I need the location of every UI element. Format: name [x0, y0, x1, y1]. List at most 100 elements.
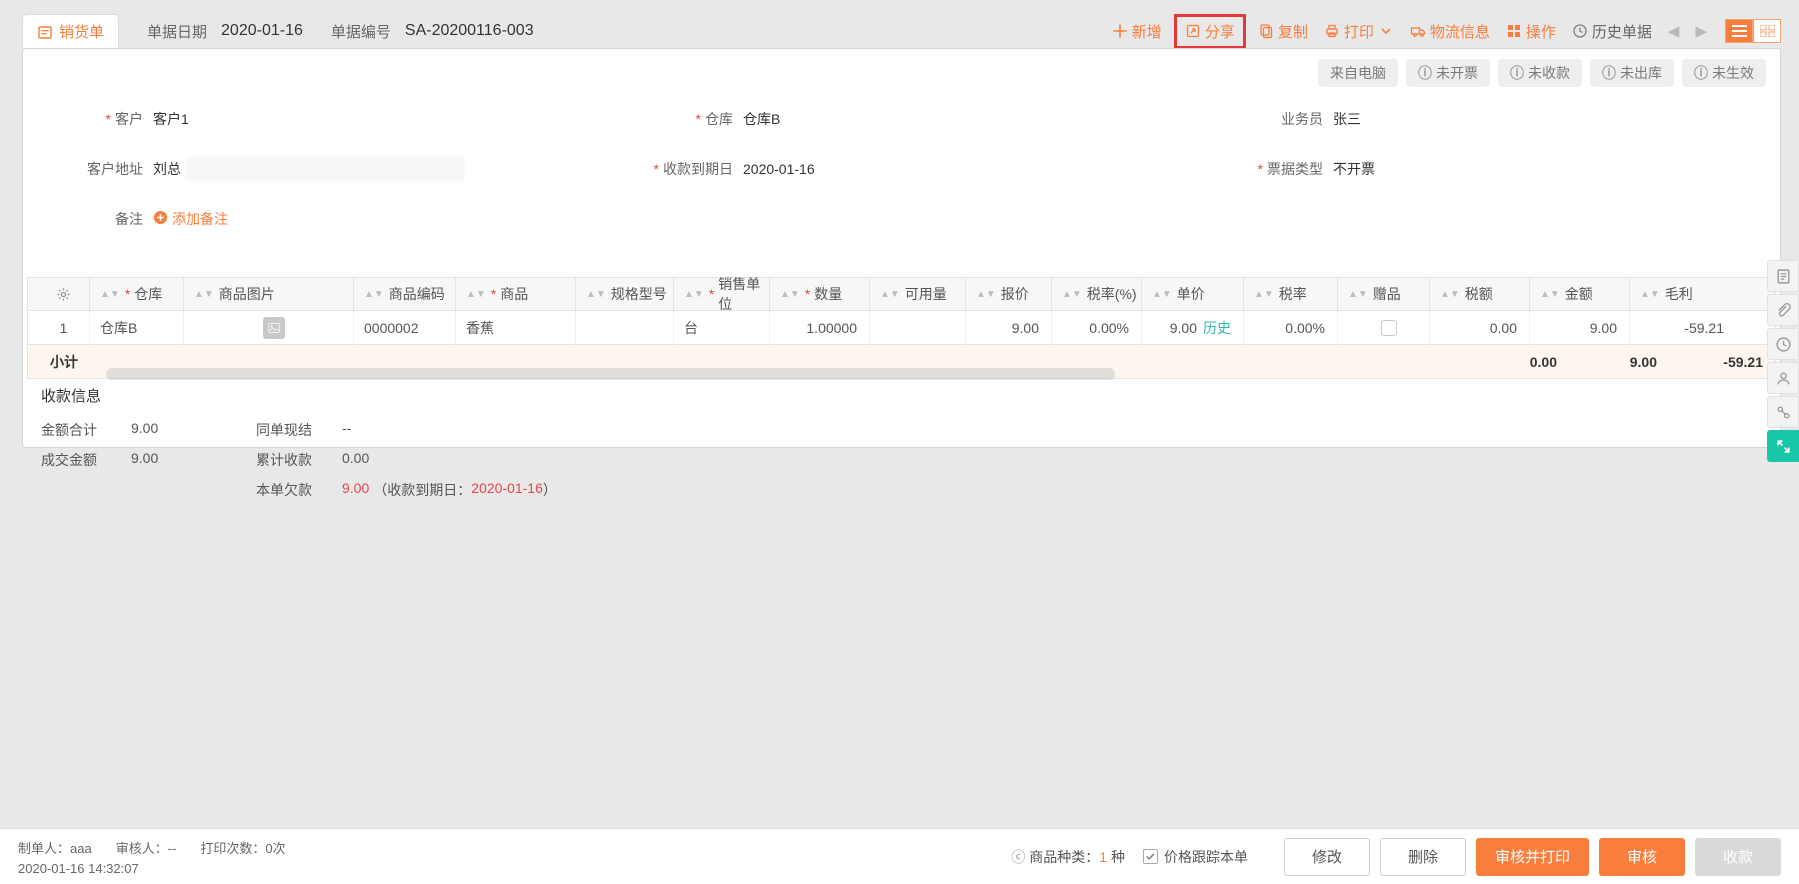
delete-button[interactable]: 删除: [1380, 838, 1466, 876]
add-note-button[interactable]: 添加备注: [153, 209, 228, 229]
share-highlight: 分享: [1174, 14, 1246, 49]
col-product[interactable]: ▲▼*商品: [456, 277, 576, 311]
modify-button[interactable]: 修改: [1284, 838, 1370, 876]
table-row[interactable]: 1 仓库B 0000002 香蕉 台 1.00000 9.00 0.00% 9.…: [27, 311, 1776, 345]
printcount-label: 打印次数：: [200, 841, 265, 856]
copyright-icon: ⓒ: [1011, 849, 1025, 865]
col-image[interactable]: ▲▼商品图片: [184, 277, 354, 311]
rail-expand-button[interactable]: [1767, 430, 1799, 462]
info-icon: ⓘ: [1694, 59, 1708, 87]
footer-info: 制单人：aaa 审核人：-- 打印次数：0次 2020-01-16 14:32:…: [18, 838, 286, 876]
config-header[interactable]: [28, 277, 90, 311]
col-trate[interactable]: ▲▼税率: [1244, 277, 1338, 311]
rail-user-button[interactable]: [1767, 362, 1799, 394]
warehouse-label: 仓库: [705, 111, 733, 127]
rail-attach-button[interactable]: [1767, 294, 1799, 326]
payment-title: 收款信息: [41, 385, 557, 406]
toolbar: 新增 分享 复制 打印 物流信息 操作 历史单据 ◀: [1108, 18, 1781, 45]
col-price[interactable]: ▲▼单价: [1142, 277, 1244, 311]
subtotal-gross: -59.21: [1669, 345, 1775, 379]
status-source: 来自电脑: [1318, 59, 1398, 87]
table-header: ▲▼*仓库 ▲▼商品图片 ▲▼商品编码 ▲▼*商品 ▲▼规格型号 ▲▼*销售单位…: [27, 277, 1776, 311]
deal-value: 9.00: [131, 450, 241, 470]
rail-log-button[interactable]: [1767, 328, 1799, 360]
recv-label: 累计收款: [256, 450, 336, 470]
review-print-button[interactable]: 审核并打印: [1476, 838, 1589, 876]
collect-button[interactable]: 收款: [1695, 838, 1781, 876]
logistics-button[interactable]: 物流信息: [1406, 19, 1494, 44]
new-button[interactable]: 新增: [1108, 19, 1166, 44]
gift-checkbox[interactable]: [1381, 320, 1397, 336]
subtotal-amount: 9.00: [1569, 345, 1669, 379]
subtotal-tax: 0.00: [1469, 345, 1569, 379]
review-button[interactable]: 审核: [1599, 838, 1685, 876]
due-label: 收款到期日: [663, 161, 733, 177]
share-icon: [1185, 23, 1201, 39]
cell-gross: -59.21: [1630, 311, 1736, 345]
info-icon: ⓘ: [1602, 59, 1616, 87]
footer-buttons: 修改 删除 审核并打印 审核 收款: [1284, 838, 1781, 876]
rail-notes-button[interactable]: [1767, 260, 1799, 292]
cell-avail: [870, 311, 966, 345]
cell-gift: [1338, 311, 1430, 345]
clock-icon: [1572, 23, 1588, 39]
col-unit[interactable]: ▲▼*销售单位: [674, 277, 770, 311]
active-tab[interactable]: 销货单: [22, 14, 119, 48]
status-uninvoiced[interactable]: ⓘ未开票: [1406, 59, 1490, 87]
cell-trate: 0.00%: [1244, 311, 1338, 345]
col-avail[interactable]: ▲▼可用量: [870, 277, 966, 311]
prev-doc-button[interactable]: ◀: [1664, 22, 1684, 40]
col-rate-pct[interactable]: ▲▼税率(%): [1052, 277, 1142, 311]
follow-price-checkbox[interactable]: 价格跟踪本单: [1143, 847, 1248, 867]
check-icon: [1145, 851, 1156, 862]
cell-rate-pct: 0.00%: [1052, 311, 1142, 345]
cell-spec: [576, 311, 674, 345]
col-gross[interactable]: ▲▼毛利: [1630, 277, 1736, 311]
view-card-button[interactable]: [1753, 19, 1781, 43]
horizontal-scrollbar[interactable]: [106, 368, 1115, 380]
footer-bar: 制单人：aaa 审核人：-- 打印次数：0次 2020-01-16 14:32:…: [0, 828, 1799, 884]
copy-button[interactable]: 复制: [1254, 19, 1312, 44]
history-button[interactable]: 历史单据: [1568, 19, 1656, 44]
copy-icon: [1258, 23, 1274, 39]
rail-related-button[interactable]: [1767, 396, 1799, 428]
col-spec[interactable]: ▲▼规格型号: [576, 277, 674, 311]
cell-price: 9.00历史: [1142, 311, 1244, 345]
doc-date-value: 2020-01-16: [221, 22, 303, 40]
col-tax[interactable]: ▲▼税额: [1430, 277, 1530, 311]
col-warehouse[interactable]: ▲▼*仓库: [90, 277, 184, 311]
view-switch: [1725, 19, 1781, 43]
subtotal-row: 小计 0.00 9.00 -59.21: [27, 345, 1776, 379]
payment-section: 收款信息 金额合计9.00 成交金额9.00 同单现结-- 累计收款0.00 本…: [41, 385, 557, 510]
reviewer-value: --: [168, 841, 177, 856]
col-quote[interactable]: ▲▼报价: [966, 277, 1052, 311]
address-label: 客户地址: [87, 161, 143, 177]
status-uneffective[interactable]: ⓘ未生效: [1682, 59, 1766, 87]
operate-button[interactable]: 操作: [1502, 19, 1560, 44]
price-history-link[interactable]: 历史: [1203, 318, 1231, 338]
print-button[interactable]: 打印: [1320, 19, 1398, 44]
next-doc-button[interactable]: ▶: [1691, 22, 1711, 40]
cell-tax: 0.00: [1430, 311, 1530, 345]
col-amount[interactable]: ▲▼金额: [1530, 277, 1630, 311]
chevron-down-icon: [1378, 23, 1394, 39]
cell-unit: 台: [674, 311, 770, 345]
salesman-value: 张三: [1333, 109, 1361, 129]
customer-label: 客户: [115, 111, 143, 127]
share-button[interactable]: 分享: [1181, 19, 1239, 44]
top-bar: 销货单 单据日期 2020-01-16 单据编号 SA-20200116-003…: [22, 14, 1781, 48]
col-code[interactable]: ▲▼商品编码: [354, 277, 456, 311]
info-icon: ⓘ: [1510, 59, 1524, 87]
reviewer-label: 审核人：: [116, 841, 168, 856]
status-unpaid[interactable]: ⓘ未收款: [1498, 59, 1582, 87]
status-unout[interactable]: ⓘ未出库: [1590, 59, 1674, 87]
doc-sn-value: SA-20200116-003: [405, 22, 534, 40]
col-qty[interactable]: ▲▼*数量: [770, 277, 870, 311]
cash-value: --: [342, 420, 351, 440]
total-value: 9.00: [131, 420, 241, 440]
col-gift[interactable]: ▲▼赠品: [1338, 277, 1430, 311]
footer-stats: ⓒ 商品种类：1 种 价格跟踪本单 修改 删除 审核并打印 审核 收款: [1011, 838, 1781, 876]
view-list-button[interactable]: [1725, 19, 1753, 43]
printcount-value: 0次: [265, 841, 285, 856]
note-label: 备注: [115, 211, 143, 227]
